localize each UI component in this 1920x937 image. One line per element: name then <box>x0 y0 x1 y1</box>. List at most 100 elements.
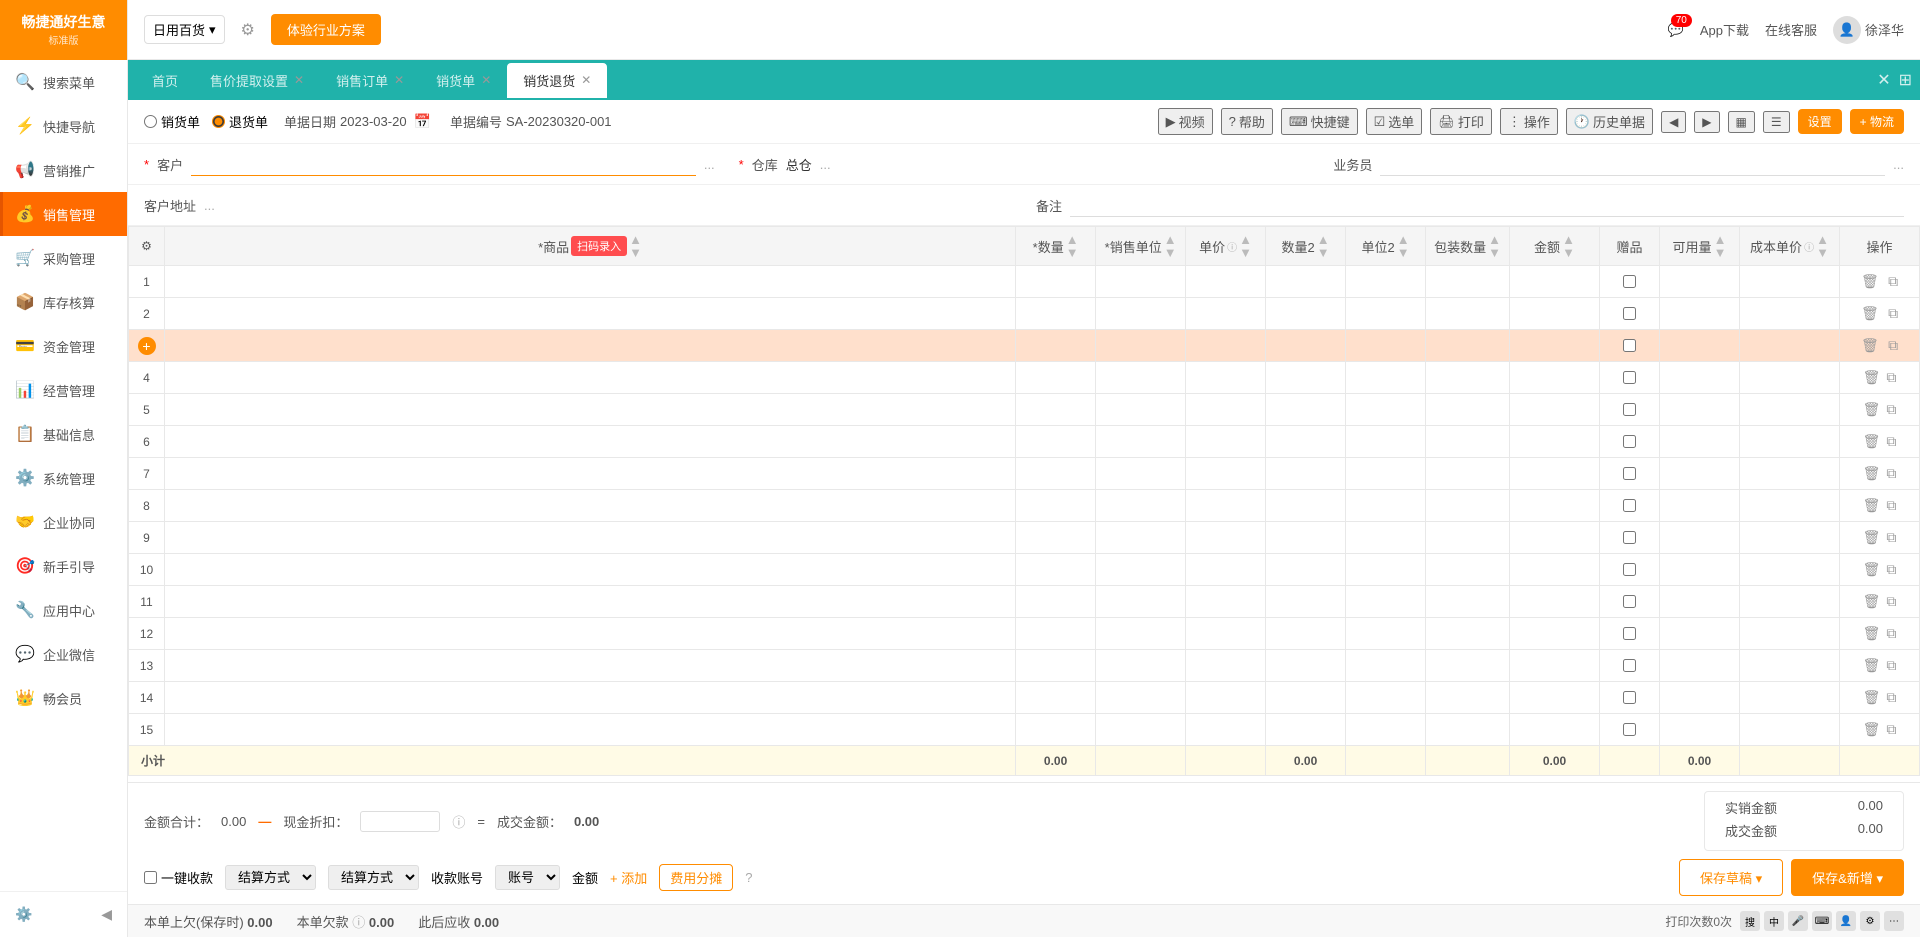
copy-row-btn[interactable]: ⧉ <box>1885 303 1901 324</box>
operation-btn[interactable]: ⋮ 操作 <box>1500 108 1558 135</box>
print-count-label[interactable]: 打印次数0次 <box>1665 913 1732 930</box>
gift-cell[interactable] <box>1600 298 1660 330</box>
copy-row-btn[interactable]: ⧉ <box>1883 399 1899 420</box>
gift-checkbox[interactable] <box>1623 723 1636 736</box>
th-avail-sortable[interactable]: 可用量 ▲▼ <box>1668 233 1731 259</box>
radio-sales[interactable]: 销货单 <box>144 112 200 131</box>
delete-row-btn[interactable]: 🗑 <box>1858 303 1882 324</box>
radio-return-input[interactable] <box>212 115 225 128</box>
copy-row-btn[interactable]: ⧉ <box>1883 431 1899 452</box>
avail-cell[interactable] <box>1660 298 1740 330</box>
price-cell[interactable] <box>1186 266 1266 298</box>
calc-method-select[interactable]: 结算方式 <box>328 865 419 890</box>
copy-row-btn[interactable]: ⧉ <box>1883 687 1899 708</box>
qty-cell[interactable] <box>1016 298 1096 330</box>
unit2-cell[interactable] <box>1346 266 1426 298</box>
save-draft-btn[interactable]: 保存草稿 ▾ <box>1679 859 1783 896</box>
copy-row-btn[interactable]: ⧉ <box>1883 495 1899 516</box>
app-download-link[interactable]: App下载 <box>1700 20 1749 39</box>
th-unit2-sortable[interactable]: 单位2 ▲▼ <box>1354 233 1417 259</box>
sidebar-item-guide[interactable]: 🎯 新手引导 <box>0 544 127 588</box>
delete-row-btn[interactable]: 🗑 <box>1860 719 1884 740</box>
delete-row-btn[interactable]: 🗑 <box>1860 527 1884 548</box>
gift-checkbox[interactable] <box>1623 691 1636 704</box>
th-unit-sortable[interactable]: *销售单位 ▲▼ <box>1104 233 1177 259</box>
th-cost-sortable[interactable]: 成本单价 ⓘ ▲▼ <box>1748 233 1831 259</box>
tab-expand-btn[interactable]: ⊞ <box>1899 70 1912 90</box>
logistics-btn[interactable]: + 物流 <box>1850 109 1904 134</box>
copy-row-btn[interactable]: ⧉ <box>1883 719 1899 740</box>
radio-sales-input[interactable] <box>144 115 157 128</box>
chevron-down-icon[interactable]: ▾ <box>1756 871 1763 886</box>
topbar-settings-icon[interactable]: ⚙ <box>241 20 255 40</box>
gift-cell[interactable] <box>1600 266 1660 298</box>
remark-input[interactable] <box>1070 193 1904 217</box>
pack-cell[interactable] <box>1426 266 1510 298</box>
delete-row-btn[interactable]: 🗑 <box>1860 559 1884 580</box>
unit-cell[interactable] <box>1096 266 1186 298</box>
experience-btn[interactable]: 体验行业方案 <box>271 14 381 45</box>
sidebar-item-shortcut[interactable]: ⚡ 快捷导航 <box>0 104 127 148</box>
unit2-cell[interactable] <box>1346 298 1426 330</box>
sidebar-item-search[interactable]: 🔍 搜索菜单 <box>0 60 127 104</box>
qty2-cell[interactable] <box>1266 298 1346 330</box>
list-view-btn[interactable]: ☰ <box>1763 111 1790 133</box>
gift-checkbox[interactable] <box>1623 403 1636 416</box>
history-btn[interactable]: 🕐 历史单据 <box>1566 108 1653 135</box>
copy-row-btn[interactable]: ⧉ <box>1883 623 1899 644</box>
avail-cell[interactable] <box>1660 330 1740 362</box>
avail-cell[interactable] <box>1660 266 1740 298</box>
price-info-icon[interactable]: ⓘ <box>1227 239 1237 254</box>
zh-icon[interactable]: 中 <box>1764 911 1784 931</box>
qty-cell[interactable] <box>1016 266 1096 298</box>
settings-icon[interactable]: ⚙ <box>1860 911 1880 931</box>
more-icon[interactable]: ⋯ <box>1884 911 1904 931</box>
cost-cell[interactable] <box>1740 298 1840 330</box>
discount-input[interactable] <box>360 811 440 832</box>
delete-row-btn[interactable]: 🗑 <box>1858 271 1882 292</box>
th-qty2-sortable[interactable]: 数量2 ▲▼ <box>1274 233 1337 259</box>
next-record-btn[interactable]: ▶ <box>1694 111 1719 133</box>
sidebar-item-sales[interactable]: 💰 销售管理 <box>0 192 127 236</box>
tab-close-all-btn[interactable]: ✕ <box>1877 70 1890 90</box>
th-amount-sortable[interactable]: 金额 ▲▼ <box>1518 233 1591 259</box>
tab-sales-return[interactable]: 销货退货 ✕ <box>507 63 607 98</box>
copy-row-btn[interactable]: ⧉ <box>1883 463 1899 484</box>
sidebar-item-wechat[interactable]: 💬 企业微信 <box>0 632 127 676</box>
cost-info-icon[interactable]: ⓘ <box>1804 239 1814 254</box>
tab-sales-order[interactable]: 销售订单 ✕ <box>320 63 420 98</box>
price-cell[interactable] <box>1186 330 1266 362</box>
sidebar-item-apps[interactable]: 🔧 应用中心 <box>0 588 127 632</box>
copy-row-btn[interactable]: ⧉ <box>1885 335 1901 356</box>
pack-cell[interactable] <box>1426 298 1510 330</box>
gift-checkbox[interactable] <box>1623 275 1636 288</box>
grid-view-btn[interactable]: ▦ <box>1728 111 1755 133</box>
save-new-btn[interactable]: 保存&新增 ▾ <box>1791 859 1904 896</box>
prev-record-btn[interactable]: ◀ <box>1661 111 1686 133</box>
collapse-btn[interactable]: ◀ <box>98 904 115 925</box>
qty-cell[interactable] <box>1016 330 1096 362</box>
copy-row-btn[interactable]: ⧉ <box>1883 367 1899 388</box>
user-icon[interactable]: 👤 <box>1836 911 1856 931</box>
th-product-sortable[interactable]: *商品 扫码录入 ▲▼ <box>173 233 1007 259</box>
delete-row-btn[interactable]: 🗑 <box>1860 623 1884 644</box>
product-cell-active[interactable] <box>165 330 1016 362</box>
cost-cell[interactable] <box>1740 266 1840 298</box>
settings-btn[interactable]: 设置 <box>1798 109 1842 134</box>
scan-btn[interactable]: 扫码录入 <box>571 236 627 256</box>
gift-checkbox[interactable] <box>1623 307 1636 320</box>
copy-row-btn[interactable]: ⧉ <box>1885 271 1901 292</box>
salesperson-input[interactable] <box>1380 152 1885 176</box>
th-settings[interactable]: ⚙ <box>129 227 165 266</box>
chevron-down-icon[interactable]: ▾ <box>1876 871 1883 886</box>
fee-split-btn[interactable]: 费用分摊 <box>659 864 733 891</box>
gift-checkbox[interactable] <box>1623 435 1636 448</box>
gift-cell[interactable] <box>1600 330 1660 362</box>
video-btn[interactable]: ▶ 视频 <box>1158 108 1213 135</box>
keyboard-icon[interactable]: ⌨ <box>1812 911 1832 931</box>
amount-cell[interactable] <box>1510 298 1600 330</box>
copy-row-btn[interactable]: ⧉ <box>1883 655 1899 676</box>
sidebar-item-operations[interactable]: 📊 经营管理 <box>0 368 127 412</box>
help-btn[interactable]: ? 帮助 <box>1221 108 1273 135</box>
this-debit-info-icon[interactable]: ⓘ <box>352 915 365 930</box>
